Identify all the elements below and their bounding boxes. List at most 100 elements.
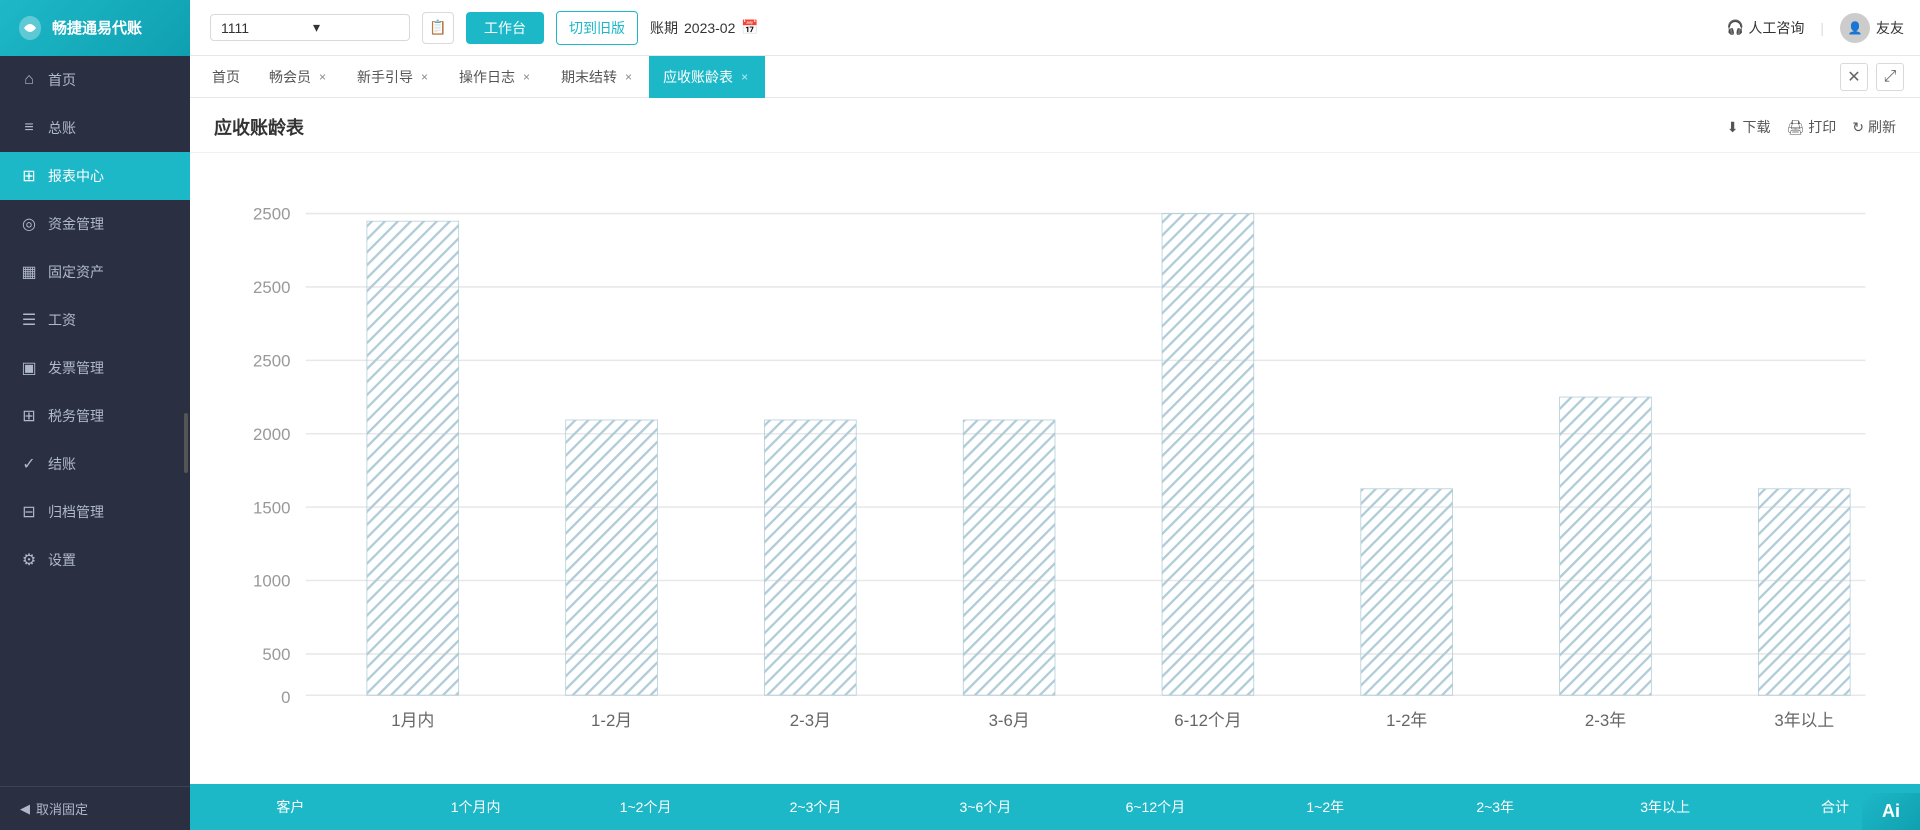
tab-close-btn[interactable]: ✕ [1840,63,1868,91]
sidebar-label-funds: 资金管理 [48,214,104,234]
tab-member-label: 畅会员 [269,67,311,87]
sidebar-item-ledger[interactable]: ≡ 总账 [0,104,190,152]
period-calendar-icon: 📅 [741,19,758,36]
calendar-icon: 📋 [429,19,446,36]
refresh-button[interactable]: ↻ 刷新 [1852,117,1896,137]
sidebar-item-settings[interactable]: ⚙ 设置 [0,536,190,584]
sidebar-item-reports[interactable]: ⊞ 报表中心 [0,152,190,200]
tab-oplog-close[interactable]: × [521,68,532,86]
col-2-3m: 2~3个月 [731,797,901,817]
cancel-fixed-label: 取消固定 [36,799,88,818]
company-select[interactable]: 1111 ▾ [210,14,410,41]
consult-link[interactable]: 🎧 人工咨询 [1727,18,1804,38]
logo-icon [16,14,44,42]
svg-text:1000: 1000 [253,572,290,591]
table-header: 客户 1个月内 1~2个月 2~3个月 3~6个月 6~12个月 1~2年 2~… [190,784,1920,830]
company-name: 1111 [221,20,307,36]
sidebar: ⌂ 首页 ≡ 总账 ⊞ 报表中心 ◎ 资金管理 ▦ 固定资产 ☰ 工资 ▣ 发票… [0,56,190,830]
tab-aging[interactable]: 应收账龄表 × [649,56,765,98]
ai-assistant-badge[interactable]: Ai [1862,793,1920,830]
header-right: 🎧 人工咨询 | 👤 友友 [1727,13,1904,43]
tab-home[interactable]: 首页 [198,56,255,98]
refresh-icon: ↻ [1852,119,1864,136]
invoice-icon: ▣ [20,358,38,378]
svg-text:2500: 2500 [253,205,290,224]
aging-chart: 2500 2500 2500 2000 1500 1000 500 0 [214,173,1896,774]
col-1m: 1个月内 [391,797,561,817]
svg-text:2000: 2000 [253,425,290,444]
tab-bar-right: ✕ ⤢ [1840,63,1912,91]
top-header: 畅捷通易代账 1111 ▾ 📋 工作台 切到旧版 账期 2023-02 📅 🎧 … [0,0,1920,56]
workbench-button[interactable]: 工作台 [466,12,544,44]
refresh-label: 刷新 [1868,117,1896,137]
sidebar-label-checkout: 结账 [48,454,76,474]
col-customer: 客户 [190,797,391,817]
print-label: 打印 [1808,117,1836,137]
logo-text: 畅捷通易代账 [52,17,142,38]
period-info: 账期 2023-02 📅 [650,18,759,38]
tab-member[interactable]: 畅会员 × [255,56,343,98]
switch-version-button[interactable]: 切到旧版 [556,11,638,45]
svg-text:0: 0 [281,688,290,707]
sidebar-item-home[interactable]: ⌂ 首页 [0,56,190,104]
cancel-fixed-btn[interactable]: ◀ 取消固定 [0,787,190,830]
pin-icon: ◀ [20,801,30,817]
download-button[interactable]: ⬇ 下载 [1727,117,1771,137]
svg-text:3年以上: 3年以上 [1774,711,1834,730]
col-1-2y: 1~2年 [1240,797,1410,817]
sidebar-label-tax: 税务管理 [48,406,104,426]
sidebar-item-archive[interactable]: ⊟ 归档管理 [0,488,190,536]
page-content: 应收账龄表 ⬇ 下载 🖨 打印 ↻ 刷新 [190,98,1920,830]
sidebar-label-archive: 归档管理 [48,502,104,522]
col-1-2m: 1~2个月 [561,797,731,817]
col-3y-plus: 3年以上 [1580,797,1750,817]
tab-member-close[interactable]: × [317,68,328,86]
tab-period-end[interactable]: 期末结转 × [547,56,649,98]
reports-icon: ⊞ [20,166,38,186]
header-middle: 1111 ▾ 📋 工作台 切到旧版 账期 2023-02 📅 [190,11,1727,45]
divider: | [1820,20,1824,36]
user-info[interactable]: 👤 友友 [1840,13,1904,43]
sidebar-item-checkout[interactable]: ✓ 结账 [0,440,190,488]
tab-guide[interactable]: 新手引导 × [343,56,445,98]
col-6-12m: 6~12个月 [1070,797,1240,817]
download-icon: ⬇ [1727,119,1739,136]
tab-oplog[interactable]: 操作日志 × [445,56,547,98]
tab-home-label: 首页 [212,67,240,87]
headset-icon: 🎧 [1727,19,1744,36]
tab-maximize-btn[interactable]: ⤢ [1876,63,1904,91]
svg-text:1500: 1500 [253,498,290,517]
col-3-6m: 3~6个月 [900,797,1070,817]
sidebar-label-invoice: 发票管理 [48,358,104,378]
print-button[interactable]: 🖨 打印 [1786,117,1836,137]
svg-text:2500: 2500 [253,351,290,370]
consult-label: 人工咨询 [1748,18,1804,38]
svg-text:500: 500 [262,645,290,664]
sidebar-item-tax[interactable]: ⊞ 税务管理 [0,392,190,440]
sidebar-item-payroll[interactable]: ☰ 工资 [0,296,190,344]
sidebar-item-funds[interactable]: ◎ 资金管理 [0,200,190,248]
sidebar-label-fixed-assets: 固定资产 [48,262,104,282]
sidebar-label-home: 首页 [48,70,76,90]
logo-area: 畅捷通易代账 [0,0,190,56]
tab-bar: 首页 畅会员 × 新手引导 × 操作日志 × 期末结转 × 应收账龄表 × [190,56,1920,98]
funds-icon: ◎ [20,214,38,234]
download-label: 下载 [1742,117,1770,137]
calendar-icon-btn[interactable]: 📋 [422,12,454,44]
chart-area: 2500 2500 2500 2000 1500 1000 500 0 [190,153,1920,784]
sidebar-label-ledger: 总账 [48,118,76,138]
tab-period-end-close[interactable]: × [623,68,634,86]
payroll-icon: ☰ [20,310,38,330]
home-icon: ⌂ [20,71,38,89]
page-header: 应收账龄表 ⬇ 下载 🖨 打印 ↻ 刷新 [190,98,1920,153]
tab-guide-close[interactable]: × [419,68,430,86]
tab-aging-close[interactable]: × [739,68,750,86]
sidebar-item-fixed-assets[interactable]: ▦ 固定资产 [0,248,190,296]
sidebar-label-payroll: 工资 [48,310,76,330]
page-actions: ⬇ 下载 🖨 打印 ↻ 刷新 [1727,117,1896,137]
svg-text:2-3月: 2-3月 [790,711,831,730]
avatar: 👤 [1840,13,1870,43]
svg-text:3-6月: 3-6月 [989,711,1030,730]
tax-icon: ⊞ [20,406,38,426]
sidebar-item-invoice[interactable]: ▣ 发票管理 [0,344,190,392]
